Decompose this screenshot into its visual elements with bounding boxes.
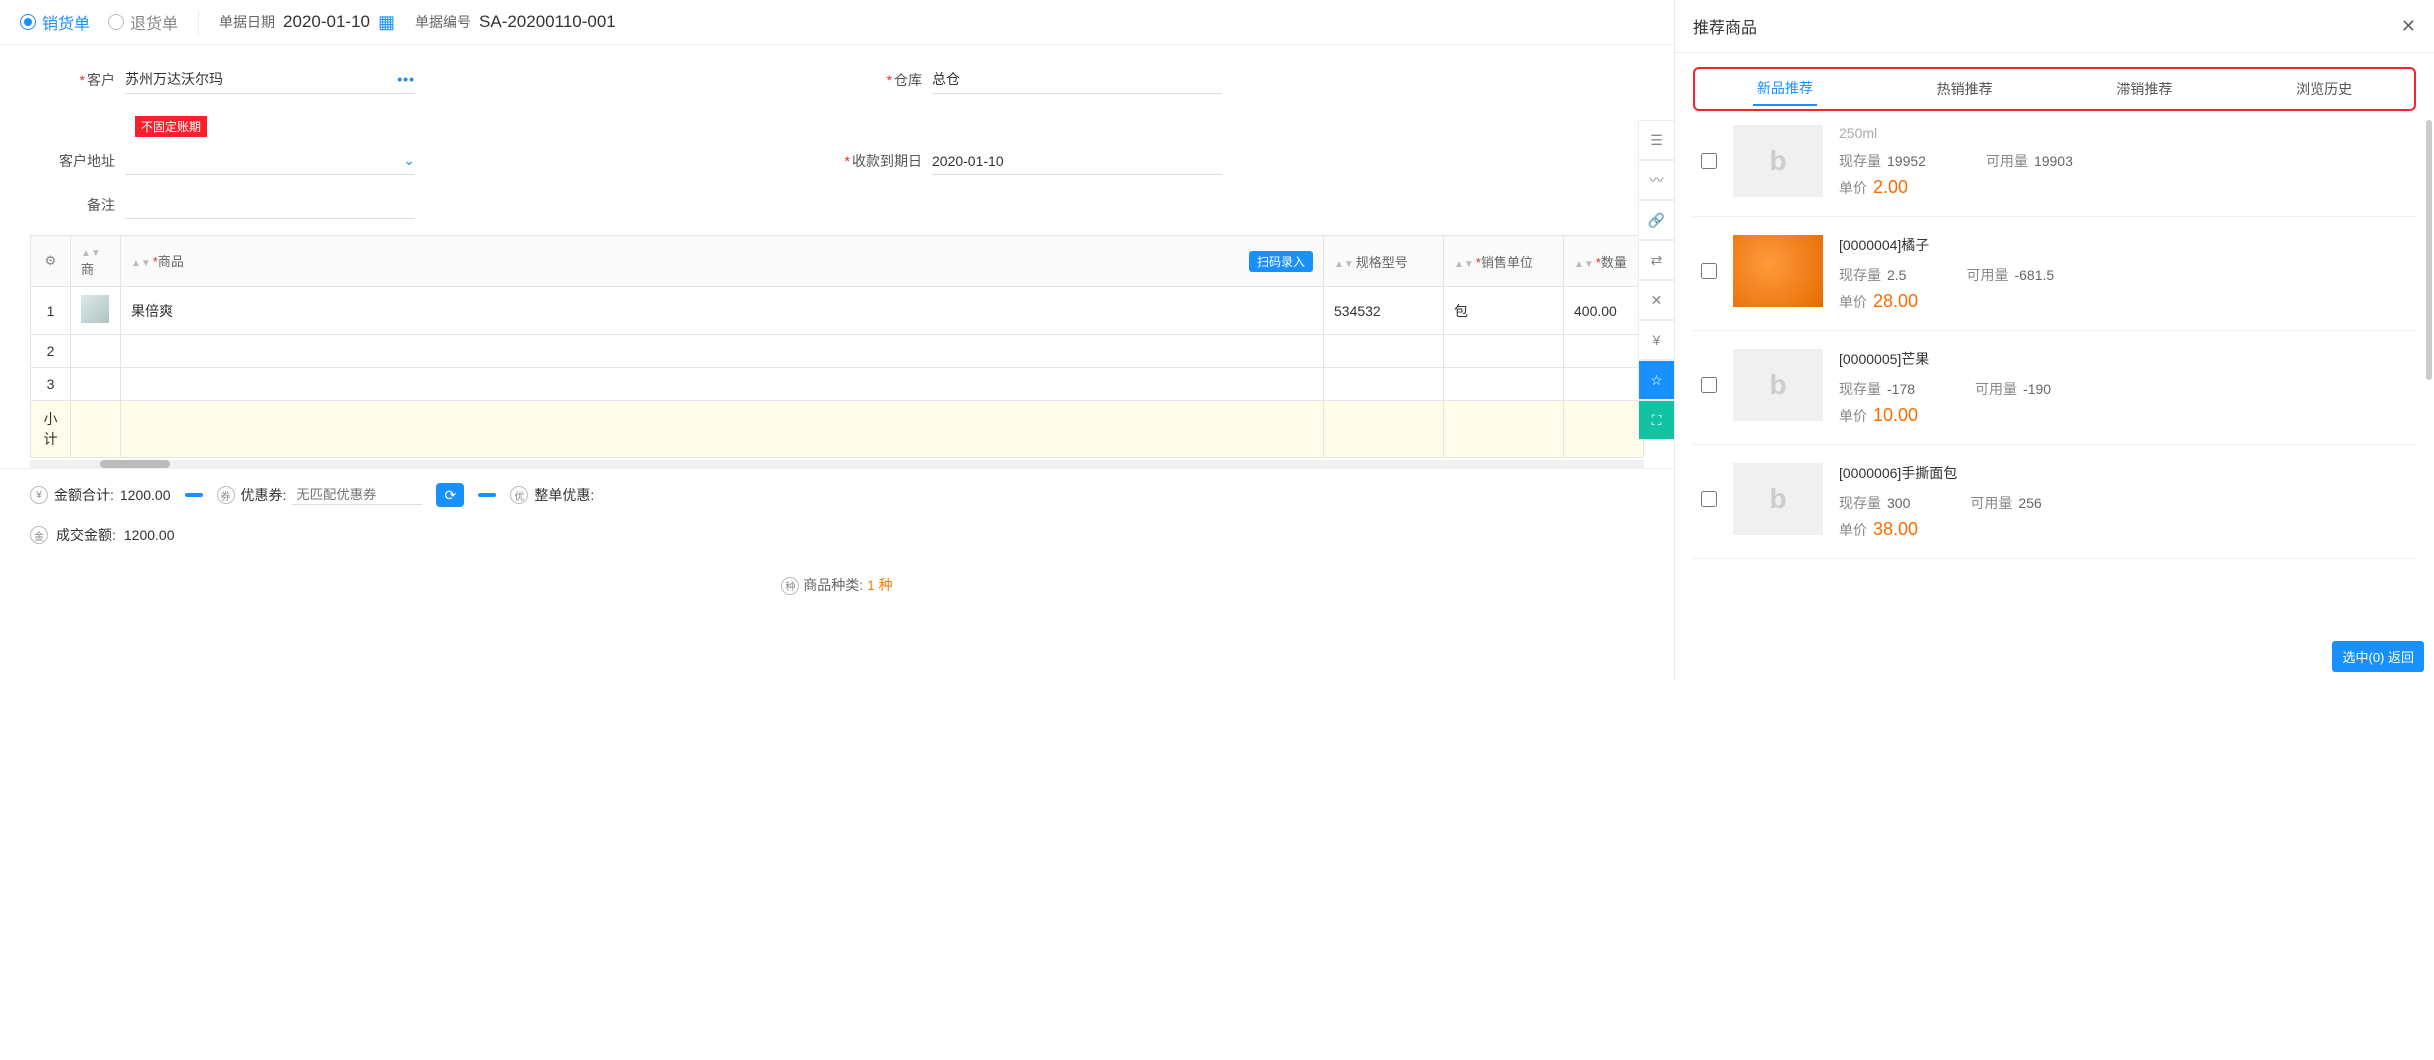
- doc-no-label: 单据编号: [415, 12, 471, 32]
- list-item: b 250ml 现存量19952可用量19903 单价2.00: [1693, 125, 2416, 217]
- coupon-label: 优惠券:: [241, 485, 287, 505]
- final-icon: 金: [30, 526, 48, 544]
- gear-icon[interactable]: ⚙: [45, 253, 57, 268]
- remark-label: 备注: [87, 197, 115, 213]
- order-type-tabs: 销货单 退货单: [20, 10, 199, 34]
- more-icon[interactable]: •••: [397, 71, 415, 87]
- minus-icon: [478, 493, 496, 497]
- product-image: b: [1733, 125, 1823, 197]
- sort-icon[interactable]: ▲▼: [1454, 262, 1474, 268]
- currency-icon[interactable]: ¥: [1638, 320, 1674, 360]
- doc-no-value: SA-20200110-001: [479, 12, 616, 32]
- table-row[interactable]: 1果倍爽534532包400.00: [31, 287, 1644, 335]
- item-checkbox[interactable]: [1701, 263, 1717, 279]
- address-select[interactable]: ⌄: [125, 147, 415, 175]
- sort-icon[interactable]: ▲▼: [131, 261, 151, 267]
- table-row[interactable]: 3: [31, 368, 1644, 401]
- tab-new[interactable]: 新品推荐: [1753, 72, 1817, 106]
- table-row[interactable]: 2: [31, 335, 1644, 368]
- whole-discount-label: 整单优惠:: [534, 485, 594, 505]
- warehouse-label: 仓库: [894, 72, 922, 88]
- exchange-icon[interactable]: ⇄: [1638, 240, 1674, 280]
- product-thumb: [81, 295, 109, 323]
- sort-icon[interactable]: ▲▼: [1334, 262, 1354, 268]
- calendar-icon[interactable]: ▦: [378, 12, 395, 33]
- sum-value: 1200.00: [120, 487, 171, 503]
- yen-icon: ¥: [30, 486, 48, 504]
- tab-sales[interactable]: 销货单: [20, 10, 90, 34]
- customer-select[interactable]: 苏州万达沃尔玛•••: [125, 65, 415, 94]
- side-toolbar: ☰ 〰 🔗 ⇄ ✕ ¥ ☆ ⛶: [1638, 120, 1674, 440]
- coupon-input[interactable]: [292, 485, 422, 505]
- recommend-title: 推荐商品: [1693, 14, 1757, 38]
- selected-return-button[interactable]: 选中(0) 返回: [2332, 641, 2424, 672]
- item-checkbox[interactable]: [1701, 377, 1717, 393]
- sort-icon[interactable]: ▲▼: [81, 251, 101, 257]
- refresh-button[interactable]: ⟳: [436, 483, 464, 507]
- doc-date-label: 单据日期: [219, 12, 275, 32]
- address-label: 客户地址: [59, 153, 115, 169]
- tab-history[interactable]: 浏览历史: [2292, 73, 2356, 105]
- customer-label: 客户: [87, 72, 115, 88]
- doc-date-value[interactable]: 2020-01-10: [283, 12, 370, 32]
- product-image: b: [1733, 349, 1823, 421]
- close-icon[interactable]: ✕: [2401, 16, 2416, 37]
- due-date-label: 收款到期日: [852, 153, 922, 169]
- product-kind-count: 1: [867, 577, 875, 593]
- tab-return[interactable]: 退货单: [108, 10, 178, 34]
- product-image: b: [1733, 463, 1823, 535]
- list-icon[interactable]: ☰: [1638, 120, 1674, 160]
- tab-slow[interactable]: 滞销推荐: [2112, 73, 2176, 105]
- radio-icon: [20, 14, 36, 30]
- item-checkbox[interactable]: [1701, 153, 1717, 169]
- sort-icon[interactable]: ▲▼: [1574, 262, 1594, 268]
- chevron-down-icon: ⌄: [403, 152, 415, 169]
- radio-icon: [108, 14, 124, 30]
- vertical-scrollbar[interactable]: [2426, 120, 2432, 380]
- product-image: [1733, 235, 1823, 307]
- remark-input[interactable]: [125, 191, 415, 219]
- recommend-tabs: 新品推荐 热销推荐 滞销推荐 浏览历史: [1693, 67, 2416, 111]
- receipt-icon[interactable]: ✕: [1638, 280, 1674, 320]
- minus-icon: [185, 493, 203, 497]
- list-item: b [0000005]芒果 现存量-178可用量-190 单价10.00: [1693, 331, 2416, 445]
- recommend-list: b 250ml 现存量19952可用量19903 单价2.00 [0000004…: [1675, 125, 2434, 680]
- expand-icon[interactable]: ⛶: [1638, 400, 1674, 440]
- product-kind-label: 商品种类:: [803, 577, 863, 593]
- scan-input-button[interactable]: 扫码录入: [1249, 251, 1313, 272]
- due-date-input[interactable]: 2020-01-10: [932, 147, 1222, 175]
- final-amount-value: 1200.00: [124, 527, 175, 543]
- kind-icon: 种: [781, 577, 799, 595]
- horizontal-scrollbar[interactable]: [30, 460, 1644, 468]
- link-icon[interactable]: 🔗: [1638, 200, 1674, 240]
- list-item: [0000004]橘子 现存量2.5可用量-681.5 单价28.00: [1693, 217, 2416, 331]
- sum-label: 金额合计:: [54, 485, 114, 505]
- discount-icon: 优: [510, 486, 528, 504]
- coupon-icon: 券: [217, 486, 235, 504]
- warehouse-select[interactable]: 总仓: [932, 65, 1222, 94]
- tab-hot[interactable]: 热销推荐: [1933, 73, 1997, 105]
- subtotal-row: 小计: [31, 401, 1644, 458]
- list-item: b [0000006]手撕面包 现存量300可用量256 单价38.00: [1693, 445, 2416, 559]
- star-icon[interactable]: ☆: [1638, 360, 1674, 400]
- chart-icon[interactable]: 〰: [1638, 160, 1674, 200]
- final-amount-label: 成交金额:: [56, 525, 116, 545]
- item-checkbox[interactable]: [1701, 491, 1717, 507]
- items-table: ⚙ ▲▼商 ▲▼*商品扫码录入 ▲▼规格型号 ▲▼*销售单位 ▲▼*数量 1果倍…: [30, 235, 1644, 468]
- account-period-badge: 不固定账期: [135, 116, 207, 137]
